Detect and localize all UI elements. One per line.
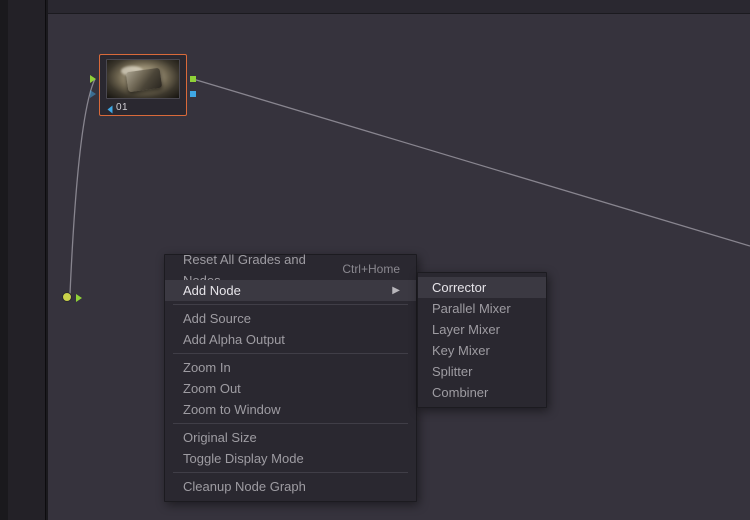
menu-item-label: Original Size	[183, 427, 257, 448]
menu-item-label: Zoom In	[183, 357, 231, 378]
node-graph-canvas[interactable]: 01 Reset All Grades and NodesCtrl+HomeAd…	[48, 14, 750, 520]
menu-item-label: Zoom Out	[183, 378, 241, 399]
submenu-item-label: Key Mixer	[432, 340, 490, 361]
thumbnail-image	[107, 60, 179, 98]
menu-item-label: Add Alpha Output	[183, 329, 285, 350]
submenu-item[interactable]: Splitter	[418, 361, 546, 382]
menu-item-label: Add Source	[183, 308, 251, 329]
submenu-item-label: Splitter	[432, 361, 472, 382]
submenu-item-label: Combiner	[432, 382, 488, 403]
submenu-item-label: Parallel Mixer	[432, 298, 511, 319]
submenu-item[interactable]: Key Mixer	[418, 340, 546, 361]
node-number-indicator-icon	[108, 106, 113, 114]
menu-item[interactable]: Add Node ▶	[165, 280, 416, 301]
graph-output-tri-icon	[76, 294, 82, 302]
menu-item[interactable]: Zoom Out	[165, 378, 416, 399]
submenu-item-label: Layer Mixer	[432, 319, 500, 340]
submenu-item[interactable]: Corrector	[418, 277, 546, 298]
menu-item[interactable]: Cleanup Node Graph	[165, 476, 416, 497]
menu-item-label: Zoom to Window	[183, 399, 281, 420]
submenu-item[interactable]: Parallel Mixer	[418, 298, 546, 319]
node-label: 01	[116, 102, 128, 113]
menu-item-shortcut: Ctrl+Home	[342, 259, 400, 280]
node-thumbnail	[106, 59, 180, 99]
top-border	[48, 0, 750, 14]
graph-output-node-icon[interactable]	[62, 292, 72, 302]
menu-item[interactable]: Zoom In	[165, 357, 416, 378]
menu-item[interactable]: Reset All Grades and NodesCtrl+Home	[165, 259, 416, 280]
add-node-submenu[interactable]: CorrectorParallel MixerLayer MixerKey Mi…	[417, 272, 547, 408]
rgb-input-port-icon[interactable]	[90, 75, 96, 83]
submenu-item-label: Corrector	[432, 277, 486, 298]
menu-item-label: Add Node	[183, 280, 241, 301]
context-menu[interactable]: Reset All Grades and NodesCtrl+HomeAdd N…	[164, 254, 417, 502]
menu-separator	[173, 353, 408, 354]
menu-item[interactable]: Original Size	[165, 427, 416, 448]
left-gutter	[0, 0, 48, 520]
menu-separator	[173, 472, 408, 473]
submenu-item[interactable]: Layer Mixer	[418, 319, 546, 340]
menu-item-label: Toggle Display Mode	[183, 448, 304, 469]
rgb-output-port-icon[interactable]	[190, 76, 196, 82]
key-output-port-icon[interactable]	[190, 91, 196, 97]
menu-separator	[173, 304, 408, 305]
menu-separator	[173, 423, 408, 424]
key-input-port-icon[interactable]	[90, 90, 96, 98]
node-01[interactable]: 01	[99, 54, 187, 116]
chevron-right-icon: ▶	[392, 280, 400, 301]
submenu-item[interactable]: Combiner	[418, 382, 546, 403]
menu-item[interactable]: Add Source	[165, 308, 416, 329]
menu-item[interactable]: Zoom to Window	[165, 399, 416, 420]
menu-item[interactable]: Add Alpha Output	[165, 329, 416, 350]
menu-item[interactable]: Toggle Display Mode	[165, 448, 416, 469]
left-gutter-inner	[8, 0, 46, 520]
menu-item-label: Cleanup Node Graph	[183, 476, 306, 497]
